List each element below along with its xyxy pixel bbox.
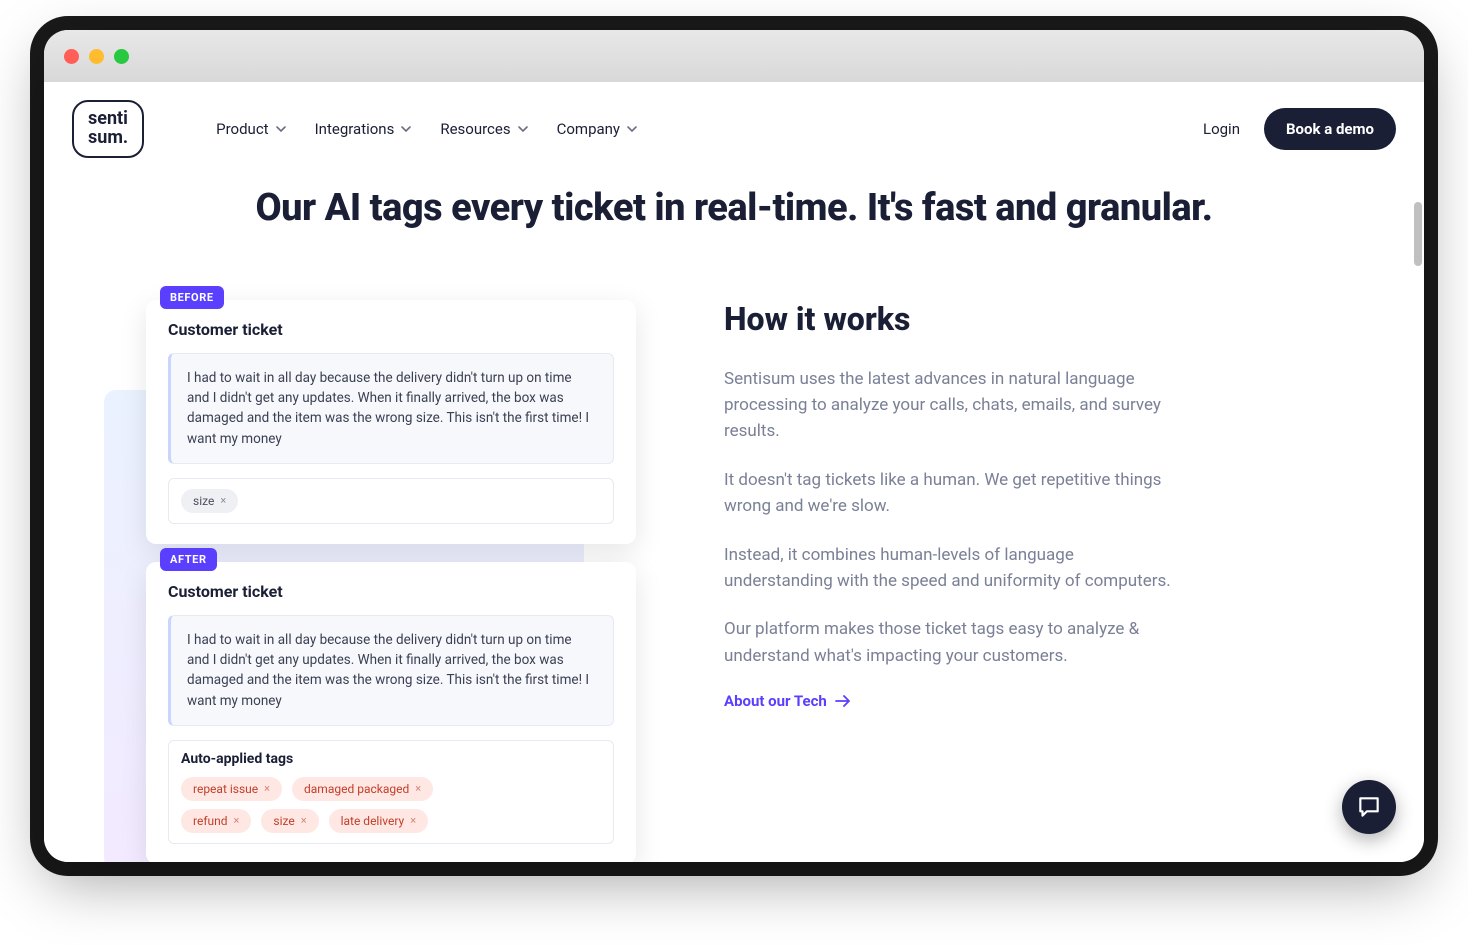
nav-label: Product — [216, 120, 268, 138]
arrow-right-icon — [835, 695, 851, 707]
chevron-down-icon — [275, 123, 287, 135]
window-titlebar — [44, 30, 1424, 82]
window-close-button[interactable] — [64, 49, 79, 64]
tag-row: refund × size × late delivery × — [181, 809, 601, 833]
close-icon[interactable]: × — [264, 782, 270, 795]
nav-label: Resources — [440, 120, 510, 138]
card-title: Customer ticket — [168, 320, 614, 339]
tag-label: damaged packaged — [304, 782, 409, 796]
tag-size[interactable]: size × — [181, 489, 238, 513]
tag-label: refund — [193, 814, 228, 828]
nav-item-company[interactable]: Company — [557, 120, 638, 138]
before-tags-box: size × — [168, 478, 614, 524]
chat-widget-button[interactable] — [1342, 780, 1396, 834]
content-section: BEFORE Customer ticket I had to wait in … — [44, 270, 1424, 862]
nav-item-resources[interactable]: Resources — [440, 120, 528, 138]
explanation-column: How it works Sentisum uses the latest ad… — [724, 300, 1364, 710]
login-link[interactable]: Login — [1203, 120, 1240, 138]
tag-label: size — [193, 494, 214, 508]
nav-label: Company — [557, 120, 620, 138]
after-tags-box: Auto-applied tags repeat issue × damaged… — [168, 740, 614, 844]
chevron-down-icon — [517, 123, 529, 135]
window-minimize-button[interactable] — [89, 49, 104, 64]
after-badge: AFTER — [160, 548, 217, 571]
close-icon[interactable]: × — [234, 814, 240, 827]
tag-row: size × — [181, 489, 601, 513]
chevron-down-icon — [626, 123, 638, 135]
card-title: Customer ticket — [168, 582, 614, 601]
paragraph: Sentisum uses the latest advances in nat… — [724, 366, 1184, 445]
tag-repeat-issue[interactable]: repeat issue × — [181, 777, 282, 801]
logo[interactable]: senti sum. — [72, 100, 144, 158]
tag-label: repeat issue — [193, 782, 258, 796]
nav-item-integrations[interactable]: Integrations — [315, 120, 413, 138]
nav-label: Integrations — [315, 120, 395, 138]
tag-size[interactable]: size × — [261, 809, 318, 833]
nav-items: Product Integrations Resources Company — [216, 120, 638, 138]
tag-damaged-packaged[interactable]: damaged packaged × — [292, 777, 433, 801]
close-icon[interactable]: × — [410, 814, 416, 827]
close-icon[interactable]: × — [301, 814, 307, 827]
before-card: BEFORE Customer ticket I had to wait in … — [146, 300, 636, 544]
tag-row: repeat issue × damaged packaged × — [181, 777, 601, 801]
book-demo-button[interactable]: Book a demo — [1264, 108, 1396, 150]
nav-item-product[interactable]: Product — [216, 120, 286, 138]
close-icon[interactable]: × — [415, 782, 421, 795]
before-badge: BEFORE — [160, 286, 224, 309]
nav-right: Login Book a demo — [1203, 108, 1396, 150]
ticket-body: I had to wait in all day because the del… — [168, 615, 614, 726]
chat-icon — [1356, 794, 1382, 820]
scrollbar-thumb[interactable] — [1414, 202, 1422, 266]
close-icon[interactable]: × — [220, 494, 226, 507]
tag-label: size — [273, 814, 294, 828]
paragraph: Our platform makes those ticket tags eas… — [724, 616, 1184, 669]
tag-late-delivery[interactable]: late delivery × — [329, 809, 429, 833]
hero-headline: Our AI tags every ticket in real-time. I… — [44, 176, 1424, 270]
auto-tags-title: Auto-applied tags — [181, 751, 601, 767]
paragraph: Instead, it combines human-levels of lan… — [724, 542, 1184, 595]
link-label: About our Tech — [724, 692, 827, 710]
how-it-works-title: How it works — [724, 300, 1364, 338]
after-card: AFTER Customer ticket I had to wait in a… — [146, 562, 636, 862]
tag-label: late delivery — [341, 814, 405, 828]
about-tech-link[interactable]: About our Tech — [724, 692, 851, 710]
tag-refund[interactable]: refund × — [181, 809, 251, 833]
ticket-body: I had to wait in all day because the del… — [168, 353, 614, 464]
top-nav: senti sum. Product Integrations Resource… — [44, 82, 1424, 176]
illustration-column: BEFORE Customer ticket I had to wait in … — [104, 300, 664, 862]
logo-line2: sum. — [88, 129, 128, 148]
page-viewport: senti sum. Product Integrations Resource… — [44, 82, 1424, 862]
browser-window-frame: senti sum. Product Integrations Resource… — [44, 30, 1424, 862]
paragraph: It doesn't tag tickets like a human. We … — [724, 467, 1184, 520]
window-maximize-button[interactable] — [114, 49, 129, 64]
chevron-down-icon — [400, 123, 412, 135]
